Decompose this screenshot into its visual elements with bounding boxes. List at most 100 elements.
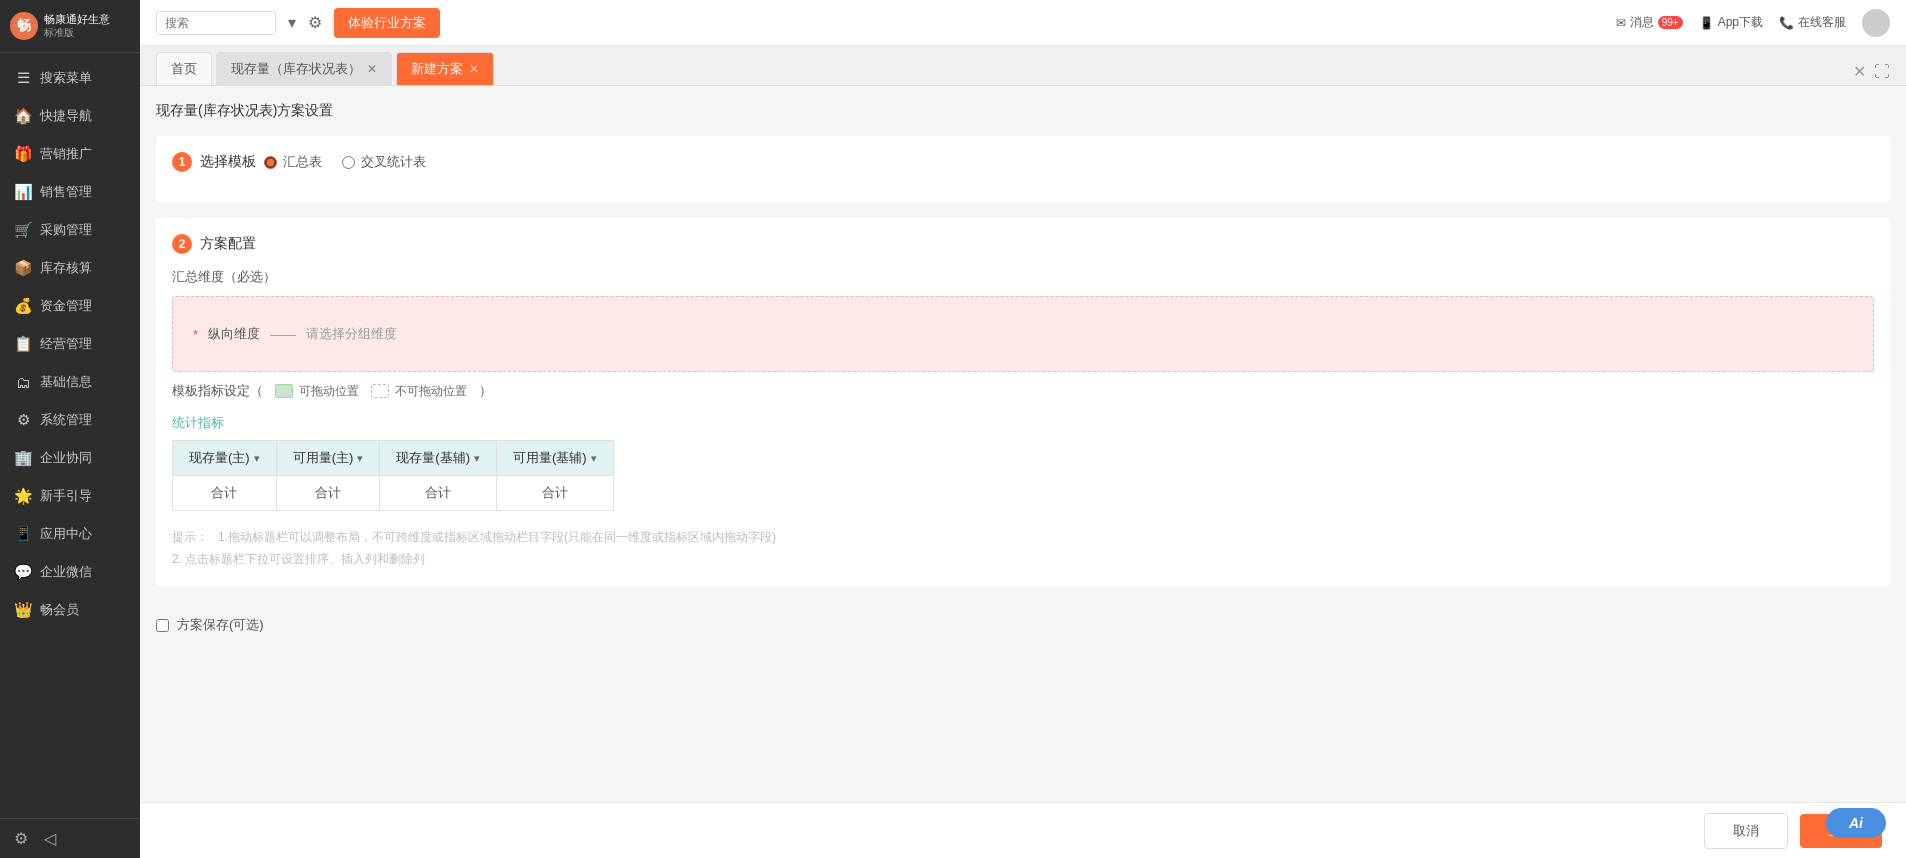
sidebar-item-label: 企业协同 (40, 449, 92, 467)
sidebar-item-label: 快捷导航 (40, 107, 92, 125)
tip-title: 提示： (172, 530, 215, 544)
sidebar-item-purchase[interactable]: 🛒 采购管理 (0, 211, 140, 249)
sidebar-item-finance[interactable]: 💰 资金管理 (0, 287, 140, 325)
message-label: 消息 (1630, 14, 1654, 31)
base-info-icon: 🗂 (14, 374, 32, 391)
step2-num: 2 (172, 234, 192, 254)
tab-new-plan[interactable]: 新建方案 ✕ (396, 52, 494, 85)
window-close-icon[interactable]: ✕ (1853, 62, 1866, 81)
template-radio-group: 汇总表 交叉统计表 (264, 153, 426, 171)
search-menu-icon: ☰ (14, 69, 32, 87)
sidebar-item-enterprise[interactable]: 🏢 企业协同 (0, 439, 140, 477)
sound-icon[interactable]: ◁ (44, 829, 56, 848)
user-avatar[interactable] (1862, 9, 1890, 37)
sidebar-item-base-info[interactable]: 🗂 基础信息 (0, 363, 140, 401)
ai-floating-button[interactable]: Ai (1826, 808, 1886, 838)
stats-col4-header-text: 可用量(基辅) (513, 449, 587, 467)
stats-col3-header[interactable]: 现存量(基辅) ▾ (380, 441, 497, 476)
search-input[interactable] (156, 11, 276, 35)
tab-inventory-status[interactable]: 现存量（库存状况表） ✕ (216, 52, 392, 85)
sys-manage-icon: ⚙ (14, 411, 32, 429)
tab-home[interactable]: 首页 (156, 52, 212, 85)
sidebar-item-new-guide[interactable]: 🌟 新手引导 (0, 477, 140, 515)
message-action[interactable]: ✉ 消息 99+ (1616, 14, 1683, 31)
crosstab-radio-label[interactable]: 交叉统计表 (342, 153, 426, 171)
stats-label: 统计指标 (172, 414, 1874, 432)
enterprise-icon: 🏢 (14, 449, 32, 467)
app-download-action[interactable]: 📱 App下载 (1699, 14, 1763, 31)
tab-inventory-close-icon[interactable]: ✕ (367, 62, 377, 76)
sidebar-item-wechat[interactable]: 💬 企业微信 (0, 553, 140, 591)
sidebar-item-label: 经营管理 (40, 335, 92, 353)
sidebar-item-label: 企业微信 (40, 563, 92, 581)
stats-table: 现存量(主) ▾ 可用量(主) ▾ 现存量(基辅 (172, 440, 614, 511)
sidebar-item-member[interactable]: 👑 畅会员 (0, 591, 140, 629)
legend-non-draggable: 不可拖动位置 (371, 383, 467, 400)
search-area (156, 11, 276, 35)
dimension-area[interactable]: * 纵向维度 —— 请选择分组维度 (172, 296, 1874, 372)
sidebar-item-marketing[interactable]: 🎁 营销推广 (0, 135, 140, 173)
sidebar: 畅 畅康通好生意 标准版 ☰ 搜索菜单 🏠 快捷导航 🎁 营销推广 📊 销售管理… (0, 0, 140, 858)
draggable-legend-text: 可拖动位置 (299, 383, 359, 400)
tip2: 2. 点击标题栏下拉可设置排序、插入列和删除列 (172, 549, 1874, 571)
sidebar-item-inventory[interactable]: 📦 库存核算 (0, 249, 140, 287)
non-draggable-legend-text: 不可拖动位置 (395, 383, 467, 400)
dimension-dash: —— (270, 327, 296, 342)
step2-header: 2 方案配置 (172, 234, 1874, 254)
summary-radio-text: 汇总表 (283, 153, 322, 171)
settings-icon[interactable]: ⚙ (14, 829, 28, 848)
summary-radio[interactable] (264, 156, 277, 169)
stats-col4-header[interactable]: 可用量(基辅) ▾ (497, 441, 614, 476)
sidebar-item-label: 畅会员 (40, 601, 79, 619)
customer-service-label: 在线客服 (1798, 14, 1846, 31)
ai-label: Ai (1849, 815, 1863, 831)
trial-button[interactable]: 体验行业方案 (334, 8, 440, 38)
sidebar-item-label: 基础信息 (40, 373, 92, 391)
crosstab-radio[interactable] (342, 156, 355, 169)
sidebar-item-sys-manage[interactable]: ⚙ 系统管理 (0, 401, 140, 439)
stats-header-row: 现存量(主) ▾ 可用量(主) ▾ 现存量(基辅 (173, 441, 614, 476)
tab-new-plan-close-icon[interactable]: ✕ (469, 62, 479, 76)
col3-chevron-icon[interactable]: ▾ (474, 452, 480, 465)
tip1-text: 1.拖动标题栏可以调整布局，不可跨维度或指标区域拖动栏目字段(只能在同一维度或指… (218, 530, 776, 544)
logo-sub: 标准版 (44, 26, 110, 40)
topbar: ▾ ⚙ 体验行业方案 ✉ 消息 99+ 📱 App下载 📞 在线客服 (140, 0, 1906, 46)
sidebar-item-label: 新手引导 (40, 487, 92, 505)
dropdown-icon[interactable]: ▾ (288, 13, 296, 32)
col2-chevron-icon[interactable]: ▾ (357, 452, 363, 465)
sidebar-item-quick-nav[interactable]: 🏠 快捷导航 (0, 97, 140, 135)
step2-title: 方案配置 (200, 235, 256, 253)
sidebar-footer: ⚙ ◁ (0, 818, 140, 858)
tips-section: 提示： 1.拖动标题栏可以调整布局，不可跨维度或指标区域拖动栏目字段(只能在同一… (172, 527, 1874, 570)
customer-service-action[interactable]: 📞 在线客服 (1779, 14, 1846, 31)
sidebar-item-app-center[interactable]: 📱 应用中心 (0, 515, 140, 553)
cancel-button[interactable]: 取消 (1704, 813, 1788, 849)
step1-title: 选择模板 (200, 153, 256, 171)
sidebar-item-search-menu[interactable]: ☰ 搜索菜单 (0, 59, 140, 97)
save-checkbox[interactable] (156, 619, 169, 632)
inventory-icon: 📦 (14, 259, 32, 277)
sidebar-nav: ☰ 搜索菜单 🏠 快捷导航 🎁 营销推广 📊 销售管理 🛒 采购管理 📦 库存核… (0, 53, 140, 818)
stats-data-row: 合计 合计 合计 合计 (173, 476, 614, 511)
stats-col2-header[interactable]: 可用量(主) ▾ (276, 441, 380, 476)
sidebar-item-sales[interactable]: 📊 销售管理 (0, 173, 140, 211)
sidebar-item-operations[interactable]: 📋 经营管理 (0, 325, 140, 363)
non-draggable-legend-box (371, 384, 389, 398)
sales-icon: 📊 (14, 183, 32, 201)
crosstab-radio-text: 交叉统计表 (361, 153, 426, 171)
legend-draggable: 可拖动位置 (275, 383, 359, 400)
template-settings: 模板指标设定（ 可拖动位置 不可拖动位置 ） (172, 382, 1874, 400)
col4-chevron-icon[interactable]: ▾ (591, 452, 597, 465)
col1-chevron-icon[interactable]: ▾ (254, 452, 260, 465)
marketing-icon: 🎁 (14, 145, 32, 163)
dimension-section-label: 汇总维度（必选） (172, 268, 1874, 286)
stats-col1-header[interactable]: 现存量(主) ▾ (173, 441, 277, 476)
gear-icon[interactable]: ⚙ (308, 13, 322, 32)
stats-col3-header-text: 现存量(基辅) (396, 449, 470, 467)
purchase-icon: 🛒 (14, 221, 32, 239)
main-area: ▾ ⚙ 体验行业方案 ✉ 消息 99+ 📱 App下载 📞 在线客服 首页 (140, 0, 1906, 858)
summary-radio-label[interactable]: 汇总表 (264, 153, 322, 171)
sidebar-item-label: 库存核算 (40, 259, 92, 277)
finance-icon: 💰 (14, 297, 32, 315)
window-expand-icon[interactable]: ⛶ (1874, 63, 1890, 81)
